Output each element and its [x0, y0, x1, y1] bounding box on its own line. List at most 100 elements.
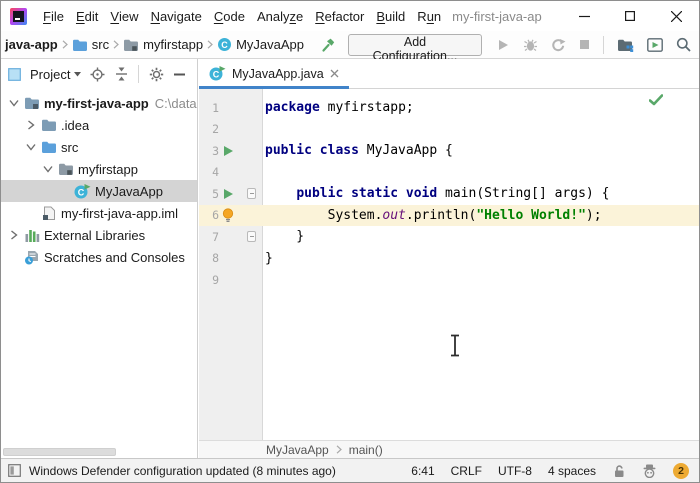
collapse-all-icon[interactable] [115, 67, 128, 81]
folder-package-icon [123, 38, 139, 52]
tree-item-my-first-java-app[interactable]: my-first-java-appC:\data [1, 92, 197, 114]
nav-crumb-src[interactable]: src [70, 37, 111, 52]
scratches-icon [23, 250, 40, 265]
chevron-right-icon[interactable] [5, 230, 23, 240]
menu-file[interactable]: File [37, 1, 70, 31]
encoding-widget[interactable]: UTF-8 [498, 464, 532, 478]
header-separator [138, 65, 139, 83]
module-file-icon [40, 206, 57, 221]
breadcrumb: java-app src myfirstapp CMyJavaApp [3, 37, 306, 52]
tree-item-scratches-and-consoles[interactable]: Scratches and Consoles [1, 246, 197, 268]
menu-analyze[interactable]: Analyze [251, 1, 309, 31]
menu-code[interactable]: Code [208, 1, 251, 31]
tree-item-src[interactable]: src [1, 136, 197, 158]
fold-marker-close[interactable] [237, 231, 263, 242]
text-cursor-pointer [449, 334, 461, 357]
code-editor[interactable]: 1 package myfirstapp; 2 3public class MyJav… [199, 89, 699, 440]
status-message: Windows Defender configuration updated (… [29, 464, 336, 478]
code-line-2[interactable]: 2 [199, 119, 699, 141]
notifications-badge[interactable]: 2 [673, 463, 689, 479]
code-line-6[interactable]: 6 System.out.println("Hello World!"); [199, 205, 699, 227]
tree-item-myjavaapp[interactable]: CMyJavaApp [1, 180, 197, 202]
line-number: 2 [199, 122, 219, 136]
menu-edit[interactable]: Edit [70, 1, 104, 31]
caret-position-widget[interactable]: 6:41 [411, 464, 434, 478]
code-line-9[interactable]: 9 [199, 269, 699, 291]
close-button[interactable] [653, 1, 699, 31]
editor-breadcrumb-0[interactable]: MyJavaApp [266, 443, 329, 457]
tree-item-external-libraries[interactable]: External Libraries [1, 224, 197, 246]
project-structure-icon[interactable] [617, 38, 634, 52]
locate-icon[interactable] [90, 67, 105, 82]
main-area: Project my-first-java-appC:\data.idea src… [1, 59, 699, 458]
tree-item-label: src [61, 140, 78, 155]
hide-icon[interactable] [174, 73, 185, 76]
chevron-down-icon [74, 72, 81, 77]
maximize-button[interactable] [607, 1, 653, 31]
nav-crumb-myfirstapp[interactable]: myfirstapp [121, 37, 205, 52]
menu-navigate[interactable]: Navigate [145, 1, 208, 31]
chevron-down-icon[interactable] [39, 165, 57, 173]
project-header-actions [90, 65, 185, 83]
tree-item-label: External Libraries [44, 228, 145, 243]
code-text: package myfirstapp; [263, 100, 414, 115]
code-line-3[interactable]: 3public class MyJavaApp { [199, 140, 699, 162]
intention-bulb-icon[interactable] [219, 208, 237, 223]
tree-item-path: C:\data [155, 96, 197, 111]
intellij-logo-icon [10, 8, 27, 25]
tab-myjavaapp[interactable]: C MyJavaApp.java [199, 59, 349, 88]
line-number: 9 [199, 273, 219, 287]
add-configuration-button[interactable]: Add Configuration... [348, 34, 482, 56]
chevron-down-icon[interactable] [5, 99, 23, 107]
indent-widget[interactable]: 4 spaces [548, 464, 596, 478]
run-gutter-icon[interactable] [219, 145, 237, 157]
fold-marker-open[interactable] [237, 188, 263, 199]
lock-icon[interactable] [612, 464, 626, 478]
chevron-right-icon[interactable] [22, 120, 40, 130]
nav-crumb-myjavaapp[interactable]: CMyJavaApp [215, 37, 306, 52]
tool-window-toggle-icon[interactable] [8, 464, 21, 477]
menu-refactor[interactable]: Refactor [309, 1, 370, 31]
line-number: 3 [199, 144, 219, 158]
tree-item-my-first-java-app-iml[interactable]: my-first-java-app.iml [1, 202, 197, 224]
minimize-button[interactable] [561, 1, 607, 31]
stop-icon [579, 39, 590, 50]
svg-text:C: C [221, 40, 228, 50]
menu-run[interactable]: Run [411, 1, 447, 31]
tab-close-icon[interactable] [330, 69, 339, 78]
chevron-down-icon[interactable] [22, 143, 40, 151]
code-line-5[interactable]: 5 public static void main(String[] args)… [199, 183, 699, 205]
code-line-4[interactable]: 4 [199, 162, 699, 184]
tree-item--idea[interactable]: .idea [1, 114, 197, 136]
editor-breadcrumb-1[interactable]: main() [349, 443, 383, 457]
code-line-1[interactable]: 1 package myfirstapp; [199, 97, 699, 119]
libraries-icon [23, 228, 40, 243]
line-separator-widget[interactable]: CRLF [451, 464, 482, 478]
line-number: 4 [199, 165, 219, 179]
menu-view[interactable]: View [104, 1, 144, 31]
window-title: my-first-java-ap [452, 9, 542, 24]
folder-project-icon [23, 96, 40, 110]
editor-breadcrumbs: MyJavaApp main() [199, 440, 699, 458]
tree-item-myfirstapp[interactable]: myfirstapp [1, 158, 197, 180]
menu-bar: FileEditViewNavigateCodeAnalyzeRefactorB… [37, 1, 447, 31]
menu-build[interactable]: Build [370, 1, 411, 31]
run-with-coverage-icon [551, 38, 566, 52]
highlighting-level-hector-icon[interactable] [642, 464, 657, 478]
code-line-7[interactable]: 7 } [199, 226, 699, 248]
project-tree: my-first-java-appC:\data.idea src myfirsta… [1, 89, 197, 268]
nav-crumb-java-app[interactable]: java-app [3, 37, 60, 52]
code-line-8[interactable]: 8} [199, 248, 699, 270]
status-widgets: 6:41 CRLF UTF-8 4 spaces 2 [411, 463, 689, 479]
horizontal-scrollbar[interactable] [3, 448, 116, 456]
run-gutter-icon[interactable] [219, 188, 237, 200]
line-number: 1 [199, 101, 219, 115]
build-hammer-icon[interactable] [320, 37, 336, 53]
settings-icon[interactable] [149, 67, 164, 82]
inspection-ok-icon[interactable] [649, 94, 663, 106]
terminal-icon[interactable] [647, 38, 663, 52]
project-view-selector[interactable]: Project [30, 67, 81, 82]
nav-crumb-label: myfirstapp [143, 37, 203, 52]
line-number: 5 [199, 187, 219, 201]
search-everywhere-icon[interactable] [676, 37, 691, 52]
